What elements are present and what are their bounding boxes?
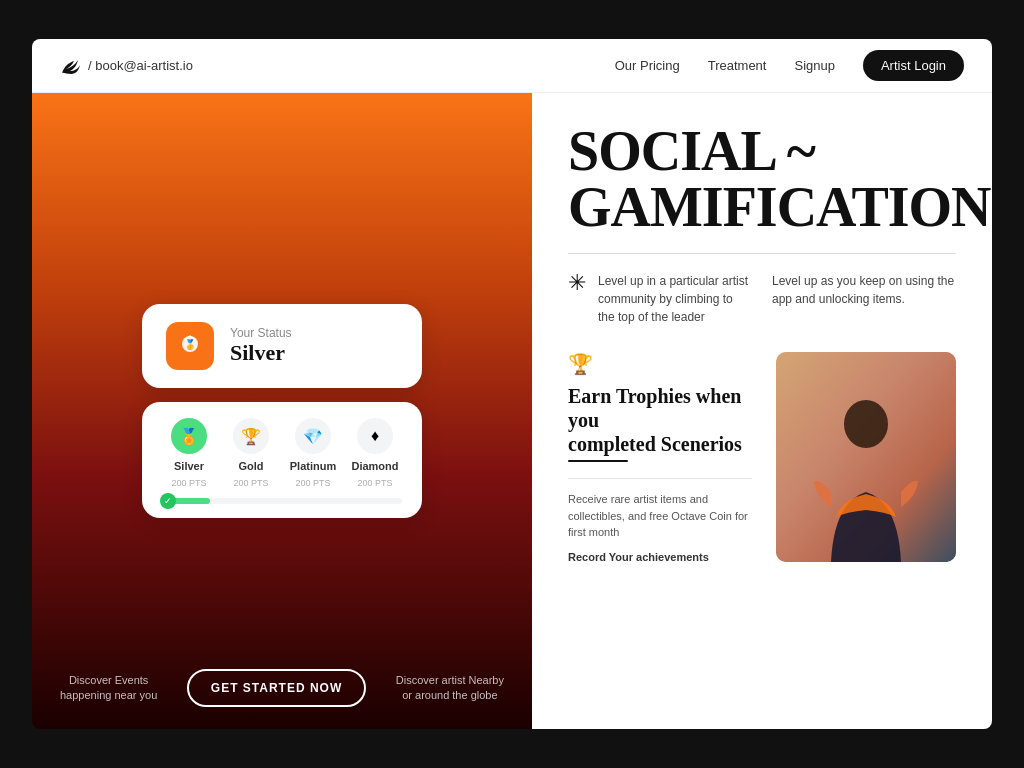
left-panel: 🥇 Your Status Silver 🏅 Silver 200 PTS xyxy=(32,93,532,729)
trophy-record: Record Your achievements xyxy=(568,551,752,563)
trophy-icon: 🏆 xyxy=(568,352,752,376)
svg-text:🥇: 🥇 xyxy=(184,338,197,351)
tiers-row: 🏅 Silver 200 PTS 🏆 Gold 200 PTS 💎 Platin… xyxy=(162,418,402,488)
diamond-icon: ♦ xyxy=(357,418,393,454)
navbar: / book@ai-artist.io Our Pricing Treatmen… xyxy=(32,39,992,93)
platinum-icon: 💎 xyxy=(295,418,331,454)
trophy-section: 🏆 Earn Trophies when you completed Scene… xyxy=(568,352,956,563)
status-label: Your Status xyxy=(230,326,292,340)
silver-pts: 200 PTS xyxy=(171,478,206,488)
hero-title: SOCIAL ~ GAMIFICATION xyxy=(568,123,956,235)
trophy-divider xyxy=(568,478,752,479)
artist-figure xyxy=(776,352,956,562)
progress-bar: ✓ xyxy=(162,498,402,504)
gold-icon: 🏆 xyxy=(233,418,269,454)
progress-check-icon: ✓ xyxy=(160,493,176,509)
trophy-title-line2: completed Scenerios xyxy=(568,433,742,455)
tier-platinum: 💎 Platinum 200 PTS xyxy=(286,418,340,488)
trophy-underline xyxy=(568,460,628,462)
status-text-group: Your Status Silver xyxy=(230,326,292,366)
trophy-title-line1: Earn Trophies when you xyxy=(568,385,741,431)
artist-image xyxy=(776,352,956,562)
diamond-name: Diamond xyxy=(351,460,398,472)
svg-point-3 xyxy=(844,400,888,448)
tier-diamond: ♦ Diamond 200 PTS xyxy=(348,418,402,488)
status-icon-wrap: 🥇 xyxy=(166,322,214,370)
trophy-left: 🏆 Earn Trophies when you completed Scene… xyxy=(568,352,752,563)
gold-name: Gold xyxy=(238,460,263,472)
navbar-right: Our Pricing Treatment Signup Artist Logi… xyxy=(615,50,964,81)
navbar-left: / book@ai-artist.io xyxy=(60,57,193,75)
main-content: 🥇 Your Status Silver 🏅 Silver 200 PTS xyxy=(32,93,992,729)
hero-title-line1: SOCIAL ~ xyxy=(568,120,815,182)
discover-events-text: Discover Eventshappening near you xyxy=(60,673,157,704)
artist-login-button[interactable]: Artist Login xyxy=(863,50,964,81)
divider-1 xyxy=(568,253,956,254)
bird-icon xyxy=(60,57,82,75)
status-card: 🥇 Your Status Silver xyxy=(142,304,422,388)
feature-1: ✳ Level up in a particular artist commun… xyxy=(568,272,752,326)
platinum-pts: 200 PTS xyxy=(295,478,330,488)
status-value: Silver xyxy=(230,340,292,366)
cta-button[interactable]: GET STARTED NOW xyxy=(187,669,366,707)
feature-text-2: Level up as you keep on using the app an… xyxy=(772,272,956,326)
treatment-link[interactable]: Treatment xyxy=(708,58,767,73)
feature-2: Level up as you keep on using the app an… xyxy=(772,272,956,326)
right-panel: SOCIAL ~ GAMIFICATION ✳ Level up in a pa… xyxy=(532,93,992,729)
tier-gold: 🏆 Gold 200 PTS xyxy=(224,418,278,488)
platinum-name: Platinum xyxy=(290,460,336,472)
left-bottom: Discover Eventshappening near you GET ST… xyxy=(32,669,532,707)
silver-name: Silver xyxy=(174,460,204,472)
features-row: ✳ Level up in a particular artist commun… xyxy=(568,272,956,326)
trophy-title: Earn Trophies when you completed Sceneri… xyxy=(568,384,752,456)
medal-icon: 🥇 xyxy=(176,332,204,360)
asterisk-icon-1: ✳ xyxy=(568,272,586,326)
silver-icon: 🏅 xyxy=(171,418,207,454)
pricing-link[interactable]: Our Pricing xyxy=(615,58,680,73)
hero-title-line2: GAMIFICATION xyxy=(568,176,991,238)
gold-pts: 200 PTS xyxy=(233,478,268,488)
discover-artist-text: Discover artist Nearbyor around the glob… xyxy=(396,673,504,704)
trophy-desc: Receive rare artist items and collectibl… xyxy=(568,491,752,541)
feature-text-1: Level up in a particular artist communit… xyxy=(598,272,752,326)
diamond-pts: 200 PTS xyxy=(357,478,392,488)
signup-link[interactable]: Signup xyxy=(794,58,834,73)
tiers-card: 🏅 Silver 200 PTS 🏆 Gold 200 PTS 💎 Platin… xyxy=(142,402,422,518)
page-container: / book@ai-artist.io Our Pricing Treatmen… xyxy=(32,39,992,729)
navbar-email: / book@ai-artist.io xyxy=(88,58,193,73)
tier-silver: 🏅 Silver 200 PTS xyxy=(162,418,216,488)
